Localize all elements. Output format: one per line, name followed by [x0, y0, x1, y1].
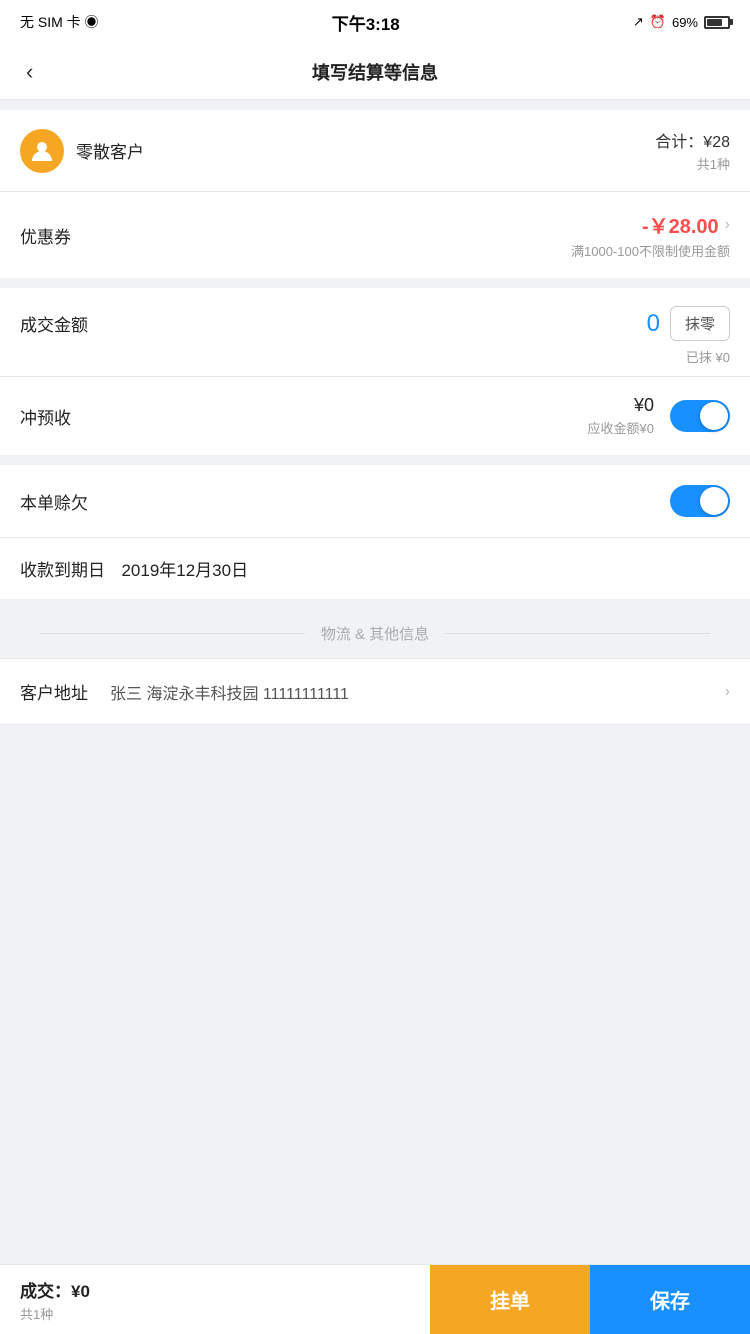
deal-row: 成交金额 0 抹零: [20, 306, 730, 341]
bottom-count: 共1种: [20, 1304, 410, 1323]
status-bar: 无 SIM 卡 ◉ 下午3:18 ↗ ⏰ 69%: [0, 0, 750, 44]
total-amount: 合计：¥28: [655, 128, 730, 152]
divider-3: [0, 455, 750, 465]
deal-sub-text: 已抹 ¥0: [20, 347, 730, 366]
divider-2: [0, 278, 750, 288]
coupon-amount: -￥28.00: [642, 210, 719, 239]
total-count: 共1种: [655, 154, 730, 173]
prereceive-section: 冲预收 ¥0 应收金额¥0: [0, 377, 750, 455]
credit-toggle[interactable]: [670, 485, 730, 517]
save-button[interactable]: 保存: [590, 1265, 750, 1334]
duedate-value: 2019年12月30日: [121, 561, 248, 580]
credit-section: 本单赊欠: [0, 465, 750, 537]
coupon-row[interactable]: 优惠券 -￥28.00 › 满1000-100不限制使用金额: [0, 192, 750, 278]
customer-name: 零散客户: [76, 138, 144, 163]
address-section[interactable]: 客户地址 张三 海淀永丰科技园 11111111111 ›: [0, 659, 750, 724]
bottom-deal-value: ¥0: [71, 1282, 90, 1301]
battery-percent: 69%: [672, 15, 698, 30]
hold-button[interactable]: 挂单: [430, 1265, 590, 1334]
toggle-knob: [700, 402, 728, 430]
coupon-label: 优惠券: [20, 223, 71, 248]
credit-toggle-knob: [700, 487, 728, 515]
prereceive-toggle[interactable]: [670, 400, 730, 432]
deal-value[interactable]: 0: [647, 310, 660, 338]
nav-bar: ‹ 填写结算等信息: [0, 44, 750, 100]
location-icon: ↗: [633, 14, 644, 30]
prereceive-label: 冲预收: [20, 404, 71, 429]
address-label: 客户地址: [20, 679, 100, 704]
alarm-icon: ⏰: [650, 14, 666, 30]
prereceive-amounts: ¥0 应收金额¥0: [588, 395, 654, 437]
bottom-spacer: [0, 725, 750, 815]
bottom-deal-prefix: 成交：: [20, 1282, 71, 1301]
customer-info: 零散客户: [20, 129, 144, 173]
battery-icon: [704, 16, 730, 29]
deal-amount-section: 成交金额 0 抹零 已抹 ¥0: [0, 288, 750, 376]
status-left: 无 SIM 卡 ◉: [20, 12, 99, 32]
address-value: 张三 海淀永丰科技园 11111111111: [100, 680, 725, 704]
credit-label: 本单赊欠: [20, 489, 88, 514]
bottom-bar: 成交：¥0 共1种 挂单 保存: [0, 1264, 750, 1334]
coupon-desc: 满1000-100不限制使用金额: [571, 241, 730, 260]
status-right: ↗ ⏰ 69%: [633, 14, 730, 30]
divider-1: [0, 100, 750, 110]
duedate-label: 收款到期日: [20, 561, 105, 580]
page-title: 填写结算等信息: [312, 59, 438, 85]
address-chevron-icon: ›: [725, 683, 730, 701]
logistics-header: 物流 & 其他信息: [0, 609, 750, 658]
prereceive-right: ¥0 应收金额¥0: [588, 395, 730, 437]
bottom-info: 成交：¥0 共1种: [0, 1277, 430, 1323]
status-time: 下午3:18: [332, 10, 400, 35]
bottom-deal-amount: 成交：¥0: [20, 1277, 410, 1302]
sim-status: 无 SIM 卡 ◉: [20, 12, 99, 32]
logistics-title: 物流 & 其他信息: [321, 623, 429, 644]
customer-total: 合计：¥28 共1种: [655, 128, 730, 173]
duedate-section: 收款到期日 2019年12月30日: [0, 538, 750, 599]
deal-input-area: 0 抹零: [647, 306, 730, 341]
round-zero-button[interactable]: 抹零: [670, 306, 730, 341]
divider-4: [0, 599, 750, 609]
avatar: [20, 129, 64, 173]
back-button[interactable]: ‹: [18, 51, 41, 93]
prereceive-main-amount: ¥0: [588, 395, 654, 416]
deal-amount-label: 成交金额: [20, 311, 88, 336]
customer-row: 零散客户 合计：¥28 共1种: [0, 110, 750, 191]
prereceive-sub-amount: 应收金额¥0: [588, 418, 654, 437]
coupon-chevron-icon: ›: [725, 216, 730, 234]
